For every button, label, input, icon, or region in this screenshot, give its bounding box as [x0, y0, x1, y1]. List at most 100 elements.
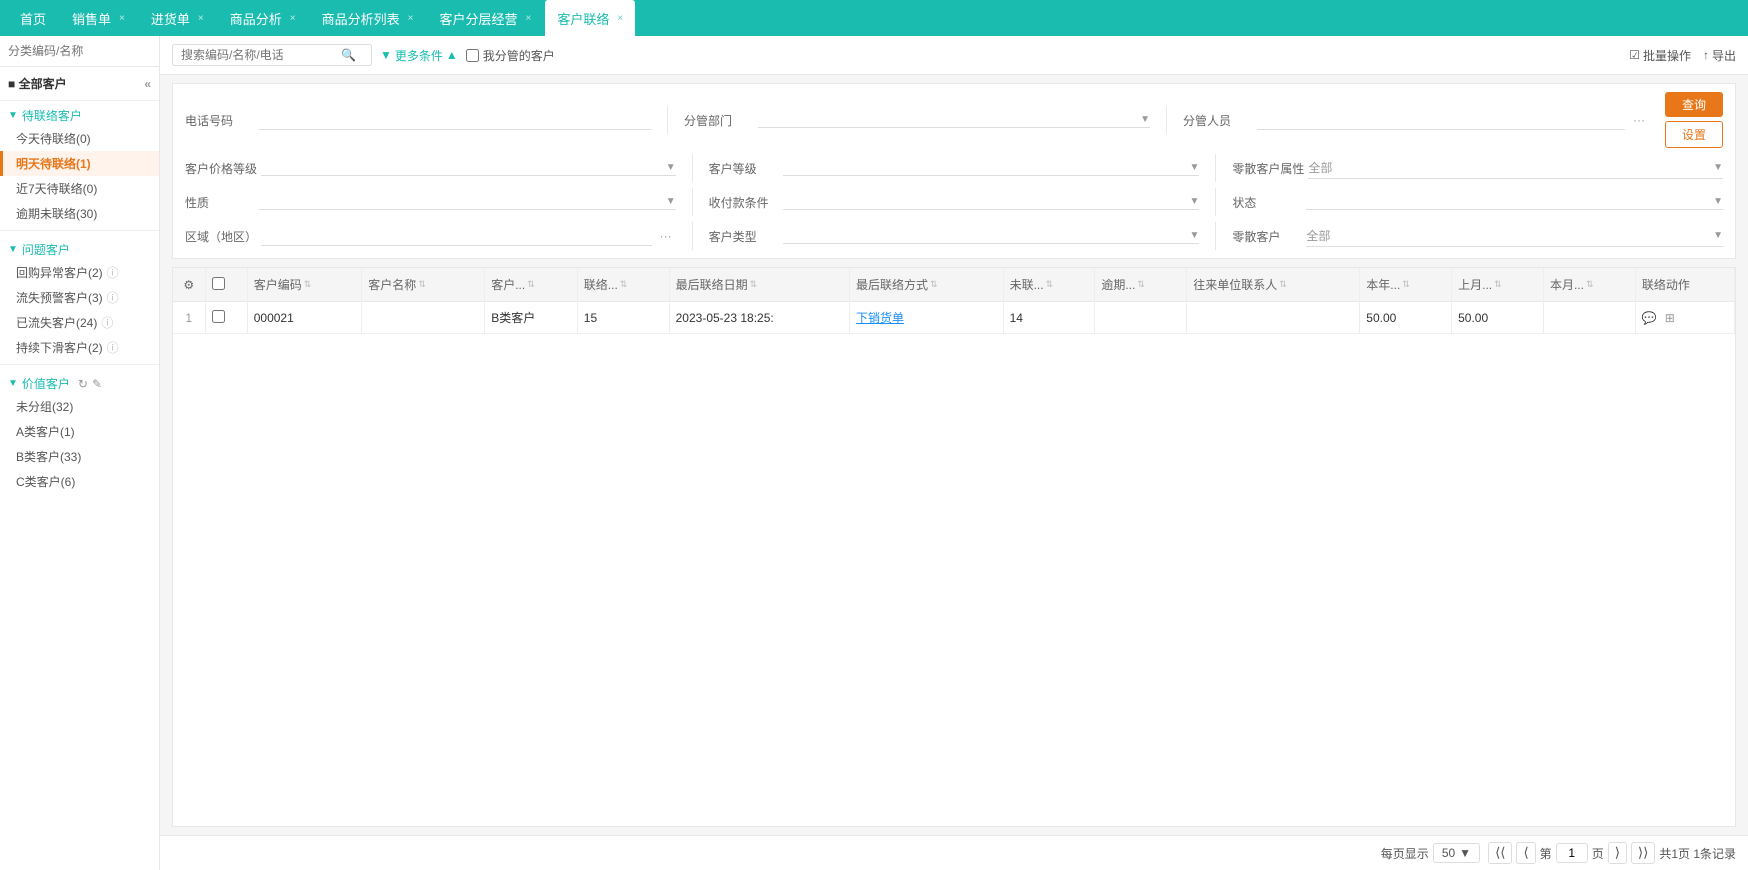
filter-region: 区域（地区） ···: [185, 227, 676, 246]
filter-dept-select[interactable]: ▼: [758, 112, 1150, 128]
filter-cust-level-select[interactable]: ▼: [783, 160, 1200, 176]
sort-icon-method[interactable]: ⇅: [930, 279, 938, 290]
nav-home[interactable]: 首页: [8, 0, 58, 36]
sort-icon-this-month[interactable]: ⇅: [1586, 279, 1594, 290]
sidebar-item-tomorrow-pending[interactable]: 明天待联络(1): [0, 151, 159, 176]
chevron-down-icon-7: ▼: [1713, 196, 1723, 207]
sidebar-item-class-a[interactable]: A类客户(1): [0, 419, 159, 444]
my-customers-checkbox[interactable]: [466, 49, 479, 62]
nav-sales[interactable]: 销售单 ×: [60, 0, 137, 36]
message-icon[interactable]: 💬: [1642, 311, 1657, 325]
sidebar-item-today-pending[interactable]: 今天待联络(0): [0, 126, 159, 151]
filter-status-select[interactable]: ▼: [1306, 194, 1723, 210]
sort-icon-last-month[interactable]: ⇅: [1494, 279, 1502, 290]
sidebar-item-overdue-pending[interactable]: 逾期未联络(30): [0, 201, 159, 226]
edit-icon[interactable]: ✎: [92, 377, 102, 391]
nav-close-customer-tier[interactable]: ×: [525, 13, 531, 24]
sidebar-item-ungrouped[interactable]: 未分组(32): [0, 394, 159, 419]
sort-icon-type[interactable]: ⇅: [527, 279, 535, 290]
filter-price-level-select[interactable]: ▼: [261, 160, 676, 176]
row-checkbox[interactable]: [212, 310, 225, 323]
page-size-box[interactable]: 50 ▼: [1433, 843, 1480, 863]
checkbox-icon: ☑: [1629, 48, 1640, 62]
nav-customer-contact[interactable]: 客户联络 ×: [545, 0, 635, 36]
filter-payment-select[interactable]: ▼: [783, 194, 1200, 210]
th-cust-type: 客户... ⇅: [485, 268, 578, 302]
sidebar-item-churn-warning[interactable]: 流失预警客户(3) ⓘ: [0, 285, 159, 310]
filter-retail-attr-select[interactable]: 全部 ▼: [1308, 157, 1723, 179]
chevron-down-icon-6: ▼: [1189, 196, 1199, 207]
sidebar-item-churned[interactable]: 已流失客户(24) ⓘ: [0, 310, 159, 335]
gear-icon[interactable]: ⚙: [183, 278, 194, 292]
nav-product-analysis[interactable]: 商品分析 ×: [218, 0, 308, 36]
sort-icon-name[interactable]: ⇅: [418, 279, 426, 290]
td-this-year: 50.00: [1360, 302, 1452, 334]
filter-region-input[interactable]: [261, 227, 652, 246]
sort-icon-uncontact[interactable]: ⇅: [1046, 279, 1054, 290]
filter-dept: 分管部门 ▼: [684, 112, 1150, 129]
filter-person-input[interactable]: [1257, 111, 1625, 130]
person-dots-btn[interactable]: ···: [1629, 113, 1649, 127]
region-dots-btn[interactable]: ···: [656, 229, 676, 243]
first-page-btn[interactable]: ⟨⟨: [1488, 842, 1512, 864]
page-input[interactable]: [1556, 843, 1588, 863]
sort-icon-year[interactable]: ⇅: [1402, 279, 1410, 290]
chevron-down-icon-2: ▼: [666, 162, 676, 173]
filter-retail-cust-select[interactable]: 全部 ▼: [1306, 225, 1723, 247]
sort-icon-person[interactable]: ⇅: [1279, 279, 1287, 290]
prev-page-btn[interactable]: ⟨: [1516, 842, 1535, 864]
nav-close-product-list[interactable]: ×: [408, 13, 414, 24]
nav-close-purchase[interactable]: ×: [198, 13, 204, 24]
chevron-down-icon-3: ▼: [1189, 162, 1199, 173]
nav-purchase[interactable]: 进货单 ×: [139, 0, 216, 36]
filter-cust-type-select[interactable]: ▼: [783, 228, 1200, 244]
td-last-method: 下销货单: [850, 302, 1004, 334]
sidebar-item-repurchase-anomaly[interactable]: 回购异常客户(2) ⓘ: [0, 260, 159, 285]
nav-close-product-analysis[interactable]: ×: [290, 13, 296, 24]
chevron-down-icon: ▼: [1140, 114, 1150, 125]
sidebar-item-class-b[interactable]: B类客户(33): [0, 444, 159, 469]
filter-phone-input[interactable]: [259, 111, 651, 130]
th-uncontact: 未联... ⇅: [1003, 268, 1095, 302]
sidebar-item-class-c[interactable]: C类客户(6): [0, 469, 159, 494]
th-last-contact-method: 最后联络方式 ⇅: [850, 268, 1004, 302]
chevron-down-icon-5: ▼: [666, 196, 676, 207]
refresh-icon[interactable]: ↻: [78, 377, 88, 391]
more-filter-btn[interactable]: ▼ 更多条件 ▲: [380, 47, 458, 64]
select-all-checkbox[interactable]: [212, 277, 225, 290]
sort-icon-count[interactable]: ⇅: [620, 279, 628, 290]
export-btn[interactable]: ↑ 导出: [1703, 47, 1736, 64]
sort-icon-date[interactable]: ⇅: [750, 279, 758, 290]
reset-button[interactable]: 设置: [1665, 121, 1723, 148]
top-navigation: 首页 销售单 × 进货单 × 商品分析 × 商品分析列表 × 客户分层经营 × …: [0, 0, 1748, 36]
nav-product-analysis-list[interactable]: 商品分析列表 ×: [310, 0, 426, 36]
sidebar-search-input[interactable]: [8, 44, 160, 58]
next-page-btn[interactable]: ⟩: [1608, 842, 1627, 864]
query-button[interactable]: 查询: [1665, 92, 1723, 117]
nav-customer-tier[interactable]: 客户分层经营 ×: [427, 0, 543, 36]
search-icon[interactable]: 🔍: [341, 48, 356, 62]
chevron-down-icon-4: ▼: [1713, 162, 1723, 173]
td-name[interactable]: 客户名称Ea: [362, 302, 485, 334]
last-page-btn[interactable]: ⟩⟩: [1631, 842, 1655, 864]
search-bar: 🔍 ▼ 更多条件 ▲ 我分管的客户 ☑ 批量操作 ↑ 导出: [160, 36, 1748, 75]
pagination: 每页显示 50 ▼ ⟨⟨ ⟨ 第 页 ⟩ ⟩⟩ 共1页 1条记录: [160, 835, 1748, 870]
batch-operation-btn[interactable]: ☑ 批量操作: [1629, 47, 1691, 64]
filter-nature-select[interactable]: ▼: [259, 194, 676, 210]
nav-close-customer-contact[interactable]: ×: [617, 13, 623, 24]
sort-icon-code[interactable]: ⇅: [304, 279, 312, 290]
filter-retail-cust: 零散客户 全部 ▼: [1232, 225, 1723, 247]
sidebar-all-customers[interactable]: ■ 全部客户 «: [0, 67, 159, 101]
search-input[interactable]: [181, 48, 341, 62]
filter-phone: 电话号码: [185, 111, 651, 130]
sort-icon-overdue[interactable]: ⇅: [1137, 279, 1145, 290]
td-code: 000021: [247, 302, 362, 334]
table-header-row: ⚙ 客户编码 ⇅ 客户名称: [173, 268, 1735, 302]
sidebar-collapse-icon[interactable]: «: [144, 77, 151, 91]
sidebar-item-7days-pending[interactable]: 近7天待联络(0): [0, 176, 159, 201]
data-table: ⚙ 客户编码 ⇅ 客户名称: [173, 268, 1735, 334]
nav-close-sales[interactable]: ×: [119, 13, 125, 24]
sidebar-item-declining[interactable]: 持续下滑客户(2) ⓘ: [0, 335, 159, 360]
grid-icon[interactable]: ⊞: [1665, 311, 1675, 325]
filter-status: 状态 ▼: [1232, 194, 1723, 211]
